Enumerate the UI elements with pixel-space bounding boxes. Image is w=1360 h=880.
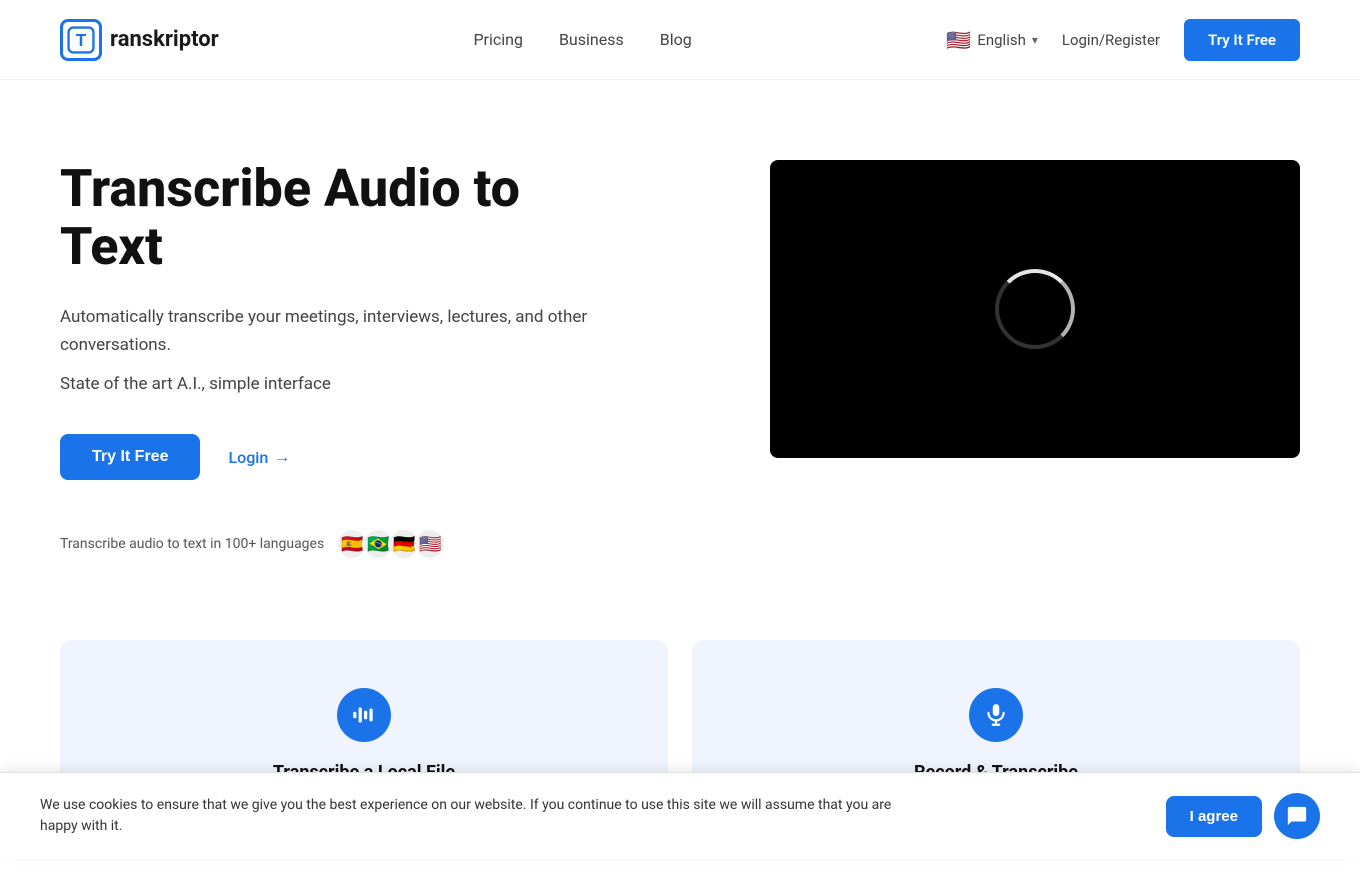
hero-languages: Transcribe audio to text in 100+ languag…	[60, 528, 620, 560]
hero-title: Transcribe Audio to Text	[60, 160, 620, 276]
microphone-icon-circle	[969, 688, 1023, 742]
chat-icon	[1286, 805, 1308, 827]
nav-blog[interactable]: Blog	[660, 30, 692, 49]
hero-section: Transcribe Audio to Text Automatically t…	[0, 80, 1360, 620]
microphone-icon	[983, 702, 1009, 728]
logo-icon: T	[60, 19, 102, 61]
nav-links: Pricing Business Blog	[473, 30, 691, 49]
flag-icon: 🇺🇸	[946, 28, 971, 52]
cookie-text: We use cookies to ensure that we give yo…	[40, 795, 920, 837]
logo-link[interactable]: T ranskriptor	[60, 19, 219, 61]
waveform-icon	[351, 702, 377, 728]
language-label: English	[977, 31, 1026, 49]
nav-pricing[interactable]: Pricing	[473, 30, 523, 49]
nav-try-free-button[interactable]: Try It Free	[1184, 19, 1300, 61]
hero-try-free-button[interactable]: Try It Free	[60, 434, 200, 480]
hero-login-link[interactable]: Login →	[228, 447, 290, 467]
languages-text: Transcribe audio to text in 100+ languag…	[60, 536, 324, 552]
navigation: T ranskriptor Pricing Business Blog 🇺🇸 E…	[0, 0, 1360, 80]
cookie-banner: We use cookies to ensure that we give yo…	[0, 772, 1360, 859]
chat-button[interactable]	[1274, 793, 1320, 839]
chevron-down-icon: ▾	[1032, 33, 1038, 47]
hero-right	[770, 160, 1300, 458]
hero-subtitle: Automatically transcribe your meetings, …	[60, 304, 620, 358]
language-selector[interactable]: 🇺🇸 English ▾	[946, 28, 1037, 52]
flag-english: 🇺🇸	[414, 528, 446, 560]
arrow-right-icon: →	[274, 447, 290, 467]
nav-right: 🇺🇸 English ▾ Login/Register Try It Free	[946, 19, 1300, 61]
hero-sub2: State of the art A.I., simple interface	[60, 371, 620, 398]
cookie-agree-button[interactable]: I agree	[1166, 796, 1262, 837]
video-player[interactable]	[770, 160, 1300, 458]
svg-text:T: T	[76, 31, 87, 50]
hero-actions: Try It Free Login →	[60, 434, 620, 480]
login-register-link[interactable]: Login/Register	[1062, 31, 1160, 49]
waveform-icon-circle	[337, 688, 391, 742]
flag-icons: 🇪🇸 🇧🇷 🇩🇪 🇺🇸	[336, 528, 446, 560]
loading-spinner	[995, 269, 1075, 349]
cookie-right: I agree	[1166, 793, 1320, 839]
hero-left: Transcribe Audio to Text Automatically t…	[60, 160, 620, 560]
nav-business[interactable]: Business	[559, 30, 624, 49]
logo-text: ranskriptor	[110, 27, 219, 52]
